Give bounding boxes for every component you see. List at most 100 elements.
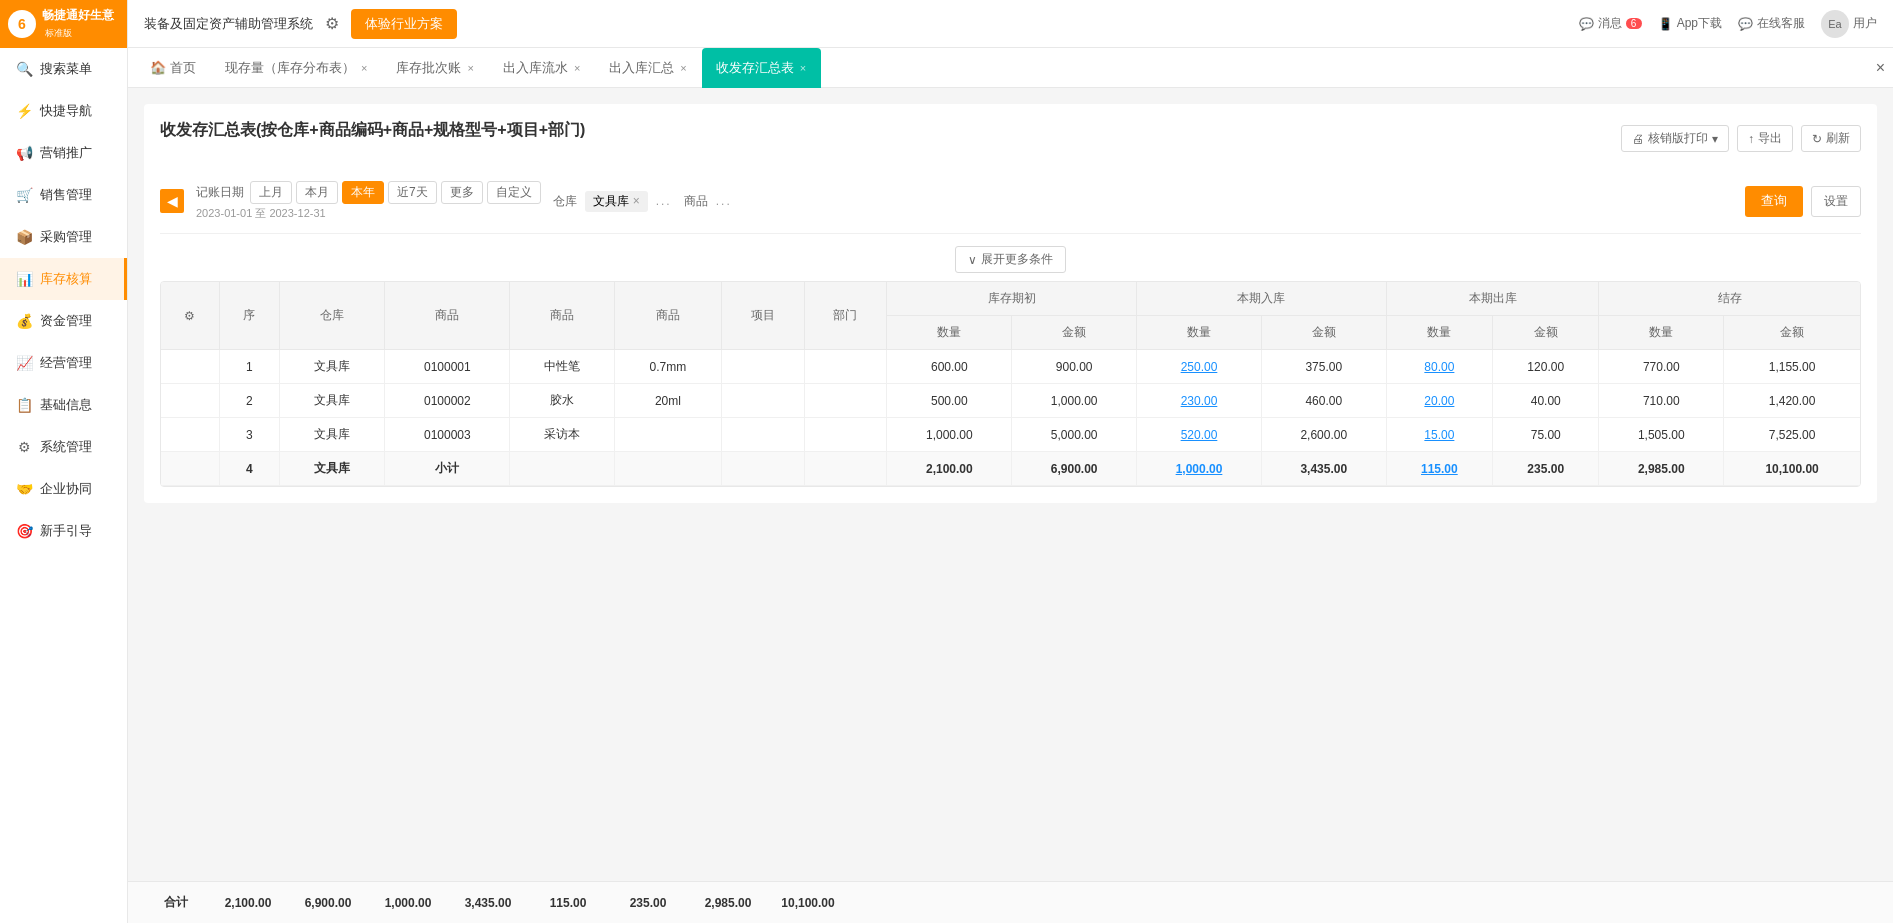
messages-action[interactable]: 💬 消息 6 [1579,15,1642,32]
tab-inout-summary-close[interactable]: × [680,62,686,74]
online-service-action[interactable]: 💬 在线客服 [1738,15,1805,32]
tab-inout-flow-close[interactable]: × [574,62,580,74]
tab-home[interactable]: 🏠 首页 [136,48,211,88]
content-area: 收发存汇总表(按仓库+商品编码+商品+规格型号+项目+部门) 🖨 核销版打印 ▾… [128,88,1893,881]
row1-select[interactable] [161,350,219,384]
row2-out-qty[interactable]: 20.00 [1386,384,1492,418]
basic-info-icon: 📋 [16,397,32,413]
th-product-spec: 商品 [615,282,721,350]
query-button[interactable]: 查询 [1745,186,1803,217]
row3-out-qty[interactable]: 15.00 [1386,418,1492,452]
tab-inventory-close[interactable]: × [361,62,367,74]
print-button[interactable]: 🖨 核销版打印 ▾ [1621,125,1729,152]
footer-out-qty: 115.00 [528,892,608,914]
app-download-action[interactable]: 📱 App下载 [1658,15,1722,32]
try-btn[interactable]: 体验行业方案 [351,9,457,39]
avatar: Ea [1821,10,1849,38]
subtotal-empty4 [804,452,887,486]
sidebar-item-search[interactable]: 🔍 搜索菜单 [0,48,127,90]
tab-inout-flow-label: 出入库流水 [503,59,568,77]
warehouse-tag-close[interactable]: × [633,194,640,208]
th-warehouse: 仓库 [280,282,385,350]
footer-balance-amt: 10,100.00 [768,892,848,914]
th-opening-qty: 数量 [887,316,1012,350]
refresh-button[interactable]: ↻ 刷新 [1801,125,1861,152]
tab-inout-summary[interactable]: 出入库汇总 × [595,48,701,88]
filter-date-section: 记账日期 上月 本月 本年 近7天 更多 自定义 2023-01-01 至 20… [196,181,541,221]
sidebar-item-basic-info[interactable]: 📋 基础信息 [0,384,127,426]
sidebar-item-sales[interactable]: 🛒 销售管理 [0,174,127,216]
sidebar-item-finance[interactable]: 💰 资金管理 [0,300,127,342]
date-btn-more[interactable]: 更多 [441,181,483,204]
subtotal-row: 4 文具库 小计 2,100.00 6,900.00 1,000.00 3,43… [161,452,1860,486]
tab-inventory[interactable]: 现存量（库存分布表） × [211,48,382,88]
sidebar-item-system[interactable]: ⚙ 系统管理 [0,426,127,468]
print-icon: 🖨 [1632,132,1644,146]
date-buttons: 上月 本月 本年 近7天 更多 自定义 [250,181,541,204]
expand-btn[interactable]: ∨ 展开更多条件 [955,246,1066,273]
table-row: 2 文具库 0100002 胶水 20ml 500.00 1,000.00 23… [161,384,1860,418]
date-btn-last-month[interactable]: 上月 [250,181,292,204]
subtotal-select[interactable] [161,452,219,486]
row3-select[interactable] [161,418,219,452]
date-btn-custom[interactable]: 自定义 [487,181,541,204]
date-btn-7days[interactable]: 近7天 [388,181,437,204]
row1-in-qty[interactable]: 250.00 [1137,350,1262,384]
header-settings-icon[interactable]: ⚙ [325,14,339,33]
sidebar-item-label: 经营管理 [40,354,92,372]
tab-close-all-button[interactable]: × [1876,59,1885,77]
goods-filter-dots[interactable]: ... [716,194,732,208]
warehouse-filter-dots[interactable]: ... [656,194,672,208]
sidebar-item-purchase[interactable]: 📦 采购管理 [0,216,127,258]
search-icon: 🔍 [16,61,32,77]
sidebar-item-label: 新手引导 [40,522,92,540]
tab-home-label: 首页 [170,59,196,77]
row1-spec: 0.7mm [615,350,721,384]
tab-receive-summary-close[interactable]: × [800,62,806,74]
date-btn-this-year[interactable]: 本年 [342,181,384,204]
th-in-amt: 金额 [1261,316,1386,350]
filter-collapse-btn[interactable]: ◀ [160,189,184,213]
row1-out-qty[interactable]: 80.00 [1386,350,1492,384]
row3-in-qty[interactable]: 520.00 [1137,418,1262,452]
date-btn-this-month[interactable]: 本月 [296,181,338,204]
tab-batch[interactable]: 库存批次账 × [382,48,488,88]
export-button[interactable]: ↑ 导出 [1737,125,1793,152]
tab-inout-flow[interactable]: 出入库流水 × [489,48,595,88]
subtotal-warehouse: 文具库 [280,452,385,486]
date-range: 2023-01-01 至 2023-12-31 [196,206,541,221]
tab-batch-close[interactable]: × [467,62,473,74]
filter-settings-button[interactable]: 设置 [1811,186,1861,217]
th-settings[interactable]: ⚙ [161,282,219,350]
sidebar-item-quick-nav[interactable]: ⚡ 快捷导航 [0,90,127,132]
data-table: ⚙ 序 仓库 商品 商品 商品 项目 部门 库存期初 本期入库 本期出库 [161,282,1860,486]
th-balance-qty: 数量 [1599,316,1724,350]
sidebar-item-label: 基础信息 [40,396,92,414]
refresh-label: 刷新 [1826,130,1850,147]
row2-select[interactable] [161,384,219,418]
sidebar-item-collab[interactable]: 🤝 企业协同 [0,468,127,510]
row2-in-qty[interactable]: 230.00 [1137,384,1262,418]
table-row: 3 文具库 0100003 采访本 1,000.00 5,000.00 520.… [161,418,1860,452]
header-left: 装备及固定资产辅助管理系统 ⚙ 体验行业方案 [144,9,457,39]
subtotal-in-qty[interactable]: 1,000.00 [1137,452,1262,486]
export-icon: ↑ [1748,132,1754,146]
tab-receive-summary[interactable]: 收发存汇总表 × [702,48,821,88]
sidebar-item-label: 销售管理 [40,186,92,204]
sidebar-item-operations[interactable]: 📈 经营管理 [0,342,127,384]
subtotal-out-qty[interactable]: 115.00 [1386,452,1492,486]
user-action[interactable]: Ea 用户 [1821,10,1877,38]
row3-dept [804,418,887,452]
sidebar-item-guide[interactable]: 🎯 新手引导 [0,510,127,552]
warehouse-label: 仓库 [553,193,577,210]
expand-label: 展开更多条件 [981,251,1053,268]
inventory-icon: 📊 [16,271,32,287]
quick-nav-icon: ⚡ [16,103,32,119]
sidebar-item-inventory[interactable]: 📊 库存核算 [0,258,127,300]
sidebar-item-label: 营销推广 [40,144,92,162]
main-area: 装备及固定资产辅助管理系统 ⚙ 体验行业方案 💬 消息 6 📱 App下载 💬 … [128,0,1893,923]
sidebar-item-label: 库存核算 [40,270,92,288]
sidebar-item-marketing[interactable]: 📢 营销推广 [0,132,127,174]
messages-label: 消息 [1598,15,1622,32]
row3-no: 3 [219,418,280,452]
